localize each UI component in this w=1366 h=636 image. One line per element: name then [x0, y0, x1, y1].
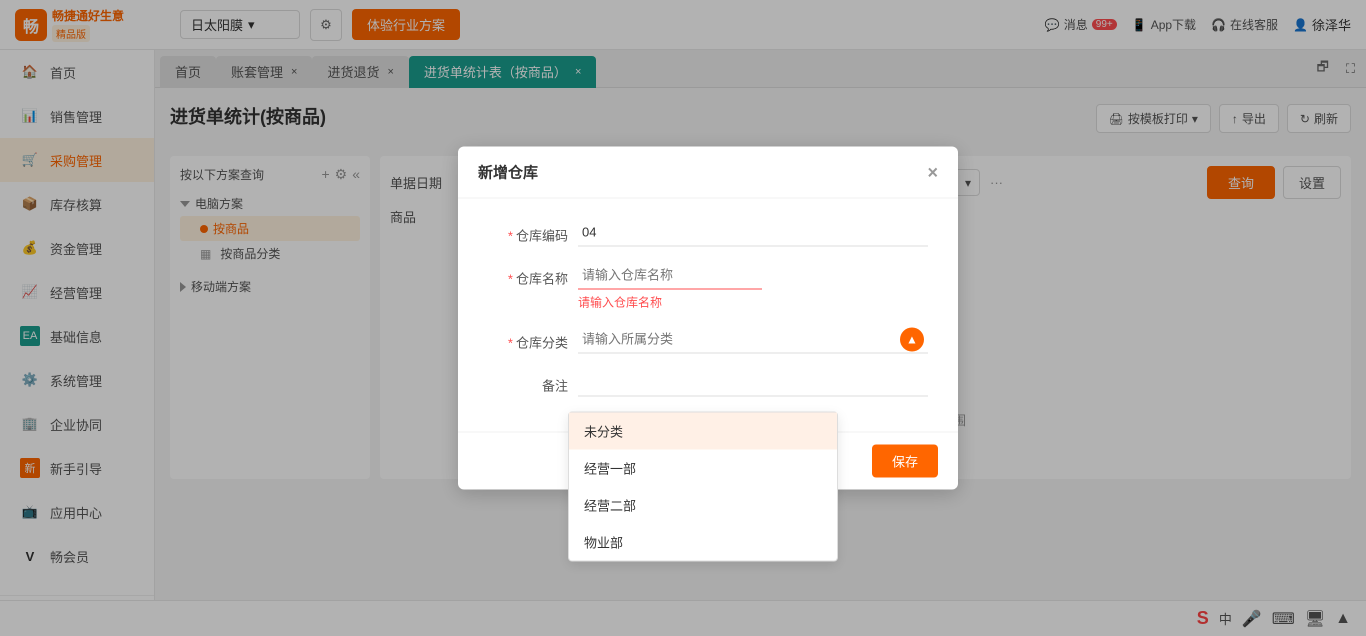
- name-input[interactable]: [578, 262, 762, 290]
- category-input[interactable]: [578, 326, 928, 354]
- modal-header: 新增仓库 ×: [458, 147, 958, 199]
- name-label: 仓库名称: [488, 262, 568, 288]
- dropdown-item-dept1[interactable]: 经营一部: [569, 450, 837, 487]
- dropdown-item-dept2[interactable]: 经营二部: [569, 487, 837, 524]
- dropdown-item-dept3[interactable]: 物业部: [569, 524, 837, 561]
- save-button[interactable]: 保存: [872, 445, 938, 478]
- code-input[interactable]: [578, 219, 928, 247]
- category-dropdown-toggle[interactable]: ▲: [900, 328, 924, 352]
- notes-input[interactable]: [578, 369, 928, 397]
- new-warehouse-modal: 新增仓库 × 仓库编码 仓库名称 请输入仓库名称 仓库分类 ▲: [458, 147, 958, 490]
- warehouse-name-row: 仓库名称 请输入仓库名称: [488, 262, 928, 311]
- warehouse-code-row: 仓库编码: [488, 219, 928, 247]
- category-label: 仓库分类: [488, 326, 568, 352]
- name-error-text: 请输入仓库名称: [578, 294, 662, 311]
- dropdown-item-unclassified[interactable]: 未分类: [569, 413, 837, 450]
- category-input-container: ▲: [578, 326, 928, 354]
- notes-label: 备注: [488, 369, 568, 395]
- code-label: 仓库编码: [488, 219, 568, 245]
- modal-close-button[interactable]: ×: [927, 163, 938, 181]
- warehouse-category-row: 仓库分类 ▲: [488, 326, 928, 354]
- modal-title: 新增仓库: [478, 162, 538, 183]
- warehouse-notes-row: 备注: [488, 369, 928, 397]
- modal-body: 仓库编码 仓库名称 请输入仓库名称 仓库分类 ▲ 备注: [458, 199, 958, 432]
- category-dropdown-list: 未分类 经营一部 经营二部 物业部: [568, 412, 838, 562]
